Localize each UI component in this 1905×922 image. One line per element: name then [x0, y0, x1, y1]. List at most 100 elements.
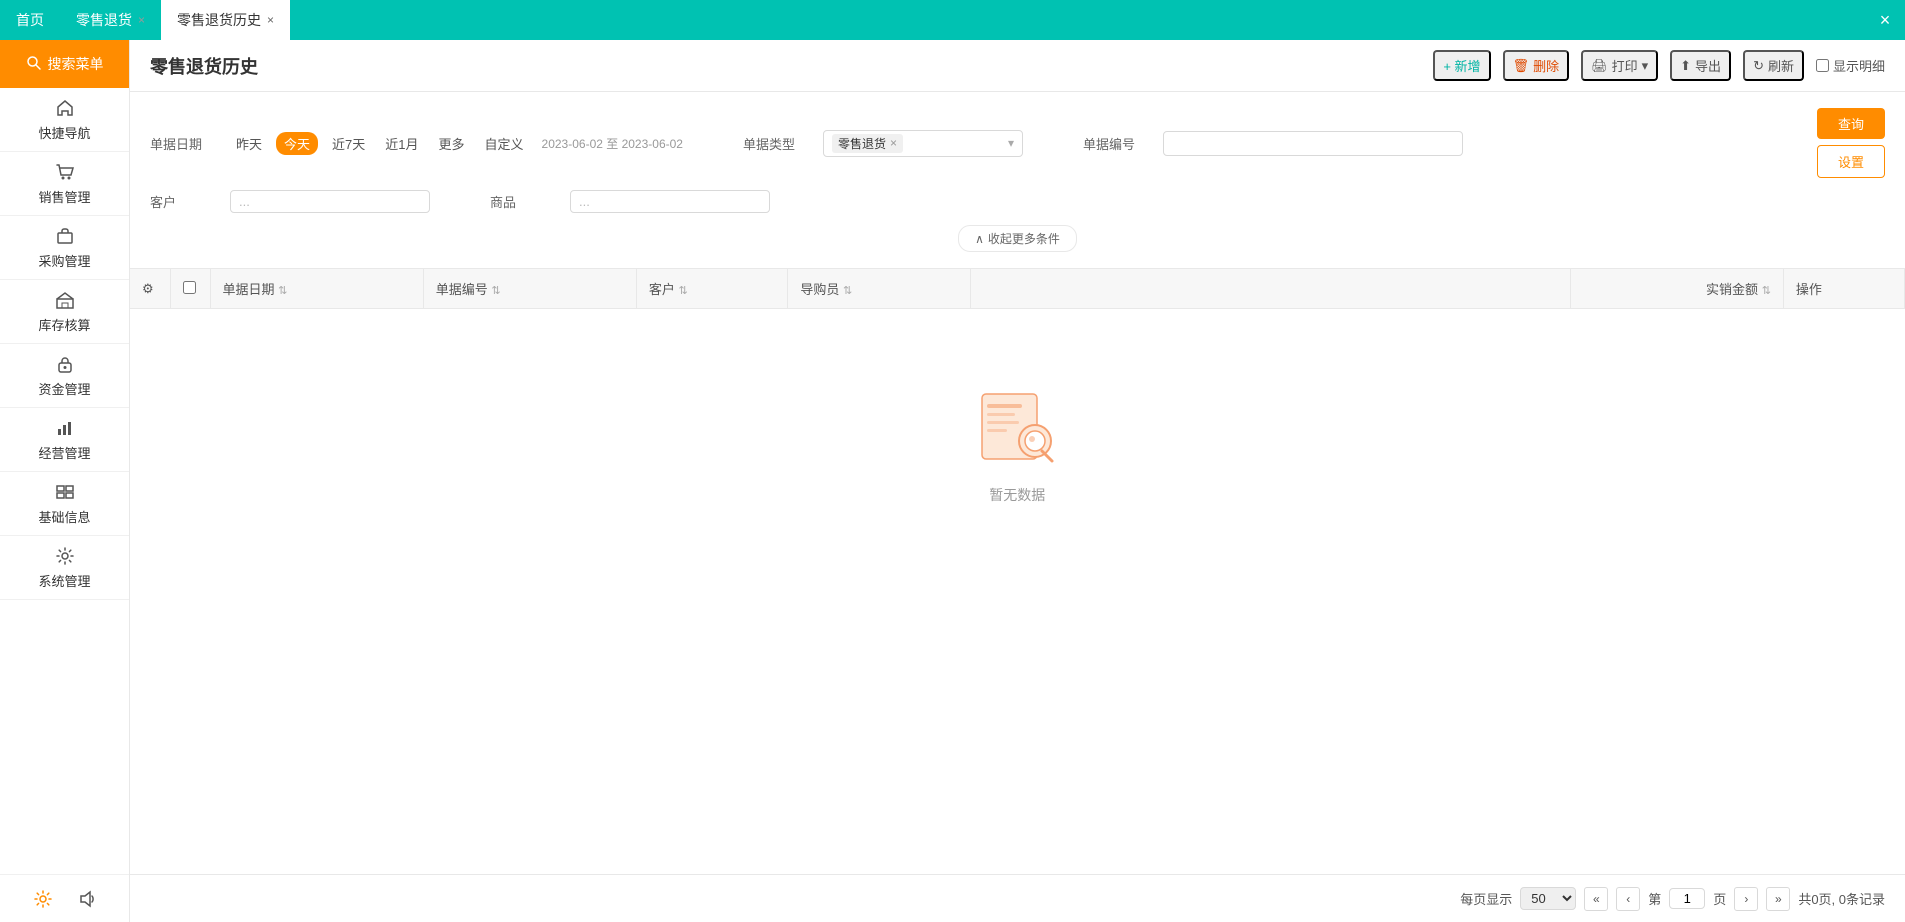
th-spacer	[970, 269, 1570, 309]
th-customer-label: 客户	[649, 282, 675, 297]
main-layout: 搜索菜单 快捷导航 销售管理	[0, 40, 1905, 922]
sidebar-item-sales-mgmt[interactable]: 销售管理	[0, 152, 129, 216]
th-guide-label: 导购员	[800, 282, 839, 297]
customer-filter-label: 客户	[150, 192, 210, 211]
date-range-display: 2023-06-02 至 2023-06-02	[542, 135, 683, 152]
empty-icon	[967, 389, 1067, 469]
filter-settings-button[interactable]: 设置	[1817, 145, 1885, 178]
sort-customer-icon: ⇅	[679, 285, 688, 297]
sidebar-item-basic-info[interactable]: 基础信息	[0, 472, 129, 536]
query-button[interactable]: 查询	[1817, 108, 1885, 139]
page-size-select[interactable]: 20 50 100	[1520, 887, 1576, 910]
th-amount[interactable]: 实销金额 ⇅	[1570, 269, 1783, 309]
first-page-button[interactable]: «	[1584, 887, 1608, 911]
display-detail-input[interactable]	[1816, 59, 1829, 72]
doc-type-tag: 零售退货 ×	[832, 134, 903, 153]
tab-retail-return-history-label: 零售退货历史	[177, 10, 261, 30]
tab-retail-return[interactable]: 零售退货 ×	[60, 0, 161, 40]
customer-placeholder: ...	[239, 194, 250, 209]
refresh-icon: ↻	[1753, 58, 1764, 74]
sidebar-item-basic-info-label: 基础信息	[38, 507, 90, 526]
doc-type-select[interactable]: 零售退货 × ▾	[823, 130, 1023, 157]
date-btn-custom[interactable]: 自定义	[479, 132, 530, 155]
th-doc-date[interactable]: 单据日期 ⇅	[210, 269, 423, 309]
next-page-button[interactable]: ›	[1734, 887, 1758, 911]
date-btn-yesterday[interactable]: 昨天	[230, 132, 268, 155]
sidebar-item-system[interactable]: 系统管理	[0, 536, 129, 600]
gear-icon	[54, 545, 76, 567]
last-page-button[interactable]: »	[1766, 887, 1790, 911]
display-detail-checkbox[interactable]: 显示明细	[1816, 56, 1885, 75]
tab-retail-return-close[interactable]: ×	[138, 13, 145, 27]
sort-doc-date-icon: ⇅	[278, 285, 287, 297]
th-customer[interactable]: 客户 ⇅	[636, 269, 788, 309]
collapse-button[interactable]: ∧ 收起更多条件	[958, 225, 1077, 252]
sidebar-settings-icon[interactable]	[29, 885, 57, 913]
sidebar-item-finance[interactable]: 资金管理	[0, 344, 129, 408]
sidebar-item-operations-label: 经营管理	[38, 443, 90, 462]
th-actions-label: 操作	[1796, 282, 1822, 297]
prev-page-button[interactable]: ‹	[1616, 887, 1640, 911]
tab-retail-return-label: 零售退货	[76, 10, 132, 30]
th-actions: 操作	[1783, 269, 1904, 309]
data-table: ⚙ 单据日期 ⇅ 单据编号 ⇅	[130, 269, 1905, 585]
tab-home-label: 首页	[16, 10, 44, 30]
new-button[interactable]: + 新增	[1433, 50, 1490, 81]
date-btn-today[interactable]: 今天	[276, 132, 318, 155]
refresh-button[interactable]: ↻ 刷新	[1743, 50, 1804, 81]
date-btn-1month[interactable]: 近1月	[379, 132, 424, 155]
sidebar-item-inventory[interactable]: 库存核算	[0, 280, 129, 344]
th-doc-no[interactable]: 单据编号 ⇅	[423, 269, 636, 309]
sidebar-item-quick-nav-label: 快捷导航	[38, 123, 90, 142]
warehouse-icon	[54, 289, 76, 311]
tab-retail-return-history[interactable]: 零售退货历史 ×	[161, 0, 290, 40]
customer-select[interactable]: ...	[230, 190, 430, 213]
sort-guide-icon: ⇅	[843, 285, 852, 297]
box-icon	[54, 225, 76, 247]
page-suffix: 页	[1713, 889, 1726, 908]
sidebar-item-inventory-label: 库存核算	[38, 315, 90, 334]
sidebar-bottom	[0, 874, 129, 922]
tab-retail-return-history-close[interactable]: ×	[267, 13, 274, 27]
collapse-up-icon: ∧	[975, 232, 984, 246]
search-icon	[26, 55, 42, 74]
print-icon: 🖨	[1591, 58, 1608, 74]
tab-home[interactable]: 首页	[0, 0, 60, 40]
sort-amount-icon: ⇅	[1762, 285, 1771, 297]
doc-type-filter-label: 单据类型	[743, 134, 803, 153]
window-close-button[interactable]: ×	[1865, 0, 1905, 40]
sidebar-item-operations[interactable]: 经营管理	[0, 408, 129, 472]
sidebar-item-quick-nav[interactable]: 快捷导航	[0, 88, 129, 152]
empty-state: 暂无数据	[130, 309, 1905, 585]
header-actions: + 新增 🗑 删除 🖨 打印 ▾ ⬆ 导出 ↻ 刷新	[1433, 50, 1885, 81]
query-buttons: 查询 设置	[1817, 108, 1885, 178]
display-detail-label: 显示明细	[1833, 56, 1885, 75]
page-number-input[interactable]	[1669, 888, 1705, 909]
print-button[interactable]: 🖨 打印 ▾	[1581, 50, 1658, 81]
doc-type-tag-close[interactable]: ×	[890, 136, 897, 150]
sidebar-item-purchase-mgmt-label: 采购管理	[38, 251, 90, 270]
date-btn-7days[interactable]: 近7天	[326, 132, 371, 155]
th-checkbox[interactable]	[170, 269, 210, 309]
date-btn-more[interactable]: 更多	[433, 132, 471, 155]
doc-no-filter-label: 单据编号	[1083, 134, 1143, 153]
sidebar-volume-icon[interactable]	[73, 885, 101, 913]
goods-select[interactable]: ...	[570, 190, 770, 213]
filter-area: 单据日期 昨天 今天 近7天 近1月 更多 自定义 2023-06-02 至 2…	[130, 92, 1905, 269]
content-area: 零售退货历史 + 新增 🗑 删除 🖨 打印 ▾ ⬆ 导出 ↻	[130, 40, 1905, 922]
date-filter-label: 单据日期	[150, 134, 210, 153]
page-header: 零售退货历史 + 新增 🗑 删除 🖨 打印 ▾ ⬆ 导出 ↻	[130, 40, 1905, 92]
th-settings[interactable]: ⚙	[130, 269, 170, 309]
sidebar-item-finance-label: 资金管理	[38, 379, 90, 398]
th-guide[interactable]: 导购员 ⇅	[788, 269, 970, 309]
select-all-checkbox[interactable]	[183, 281, 196, 294]
table-body: 暂无数据	[130, 309, 1905, 586]
export-button[interactable]: ⬆ 导出	[1670, 50, 1731, 81]
doc-no-input[interactable]	[1163, 131, 1463, 156]
filter-row-1: 单据日期 昨天 今天 近7天 近1月 更多 自定义 2023-06-02 至 2…	[150, 108, 1885, 178]
page-size-label: 每页显示	[1460, 889, 1512, 908]
delete-button[interactable]: 🗑 删除	[1503, 50, 1570, 81]
sidebar-item-purchase-mgmt[interactable]: 采购管理	[0, 216, 129, 280]
sidebar-search[interactable]: 搜索菜单	[0, 40, 129, 88]
goods-filter-label: 商品	[490, 192, 550, 211]
